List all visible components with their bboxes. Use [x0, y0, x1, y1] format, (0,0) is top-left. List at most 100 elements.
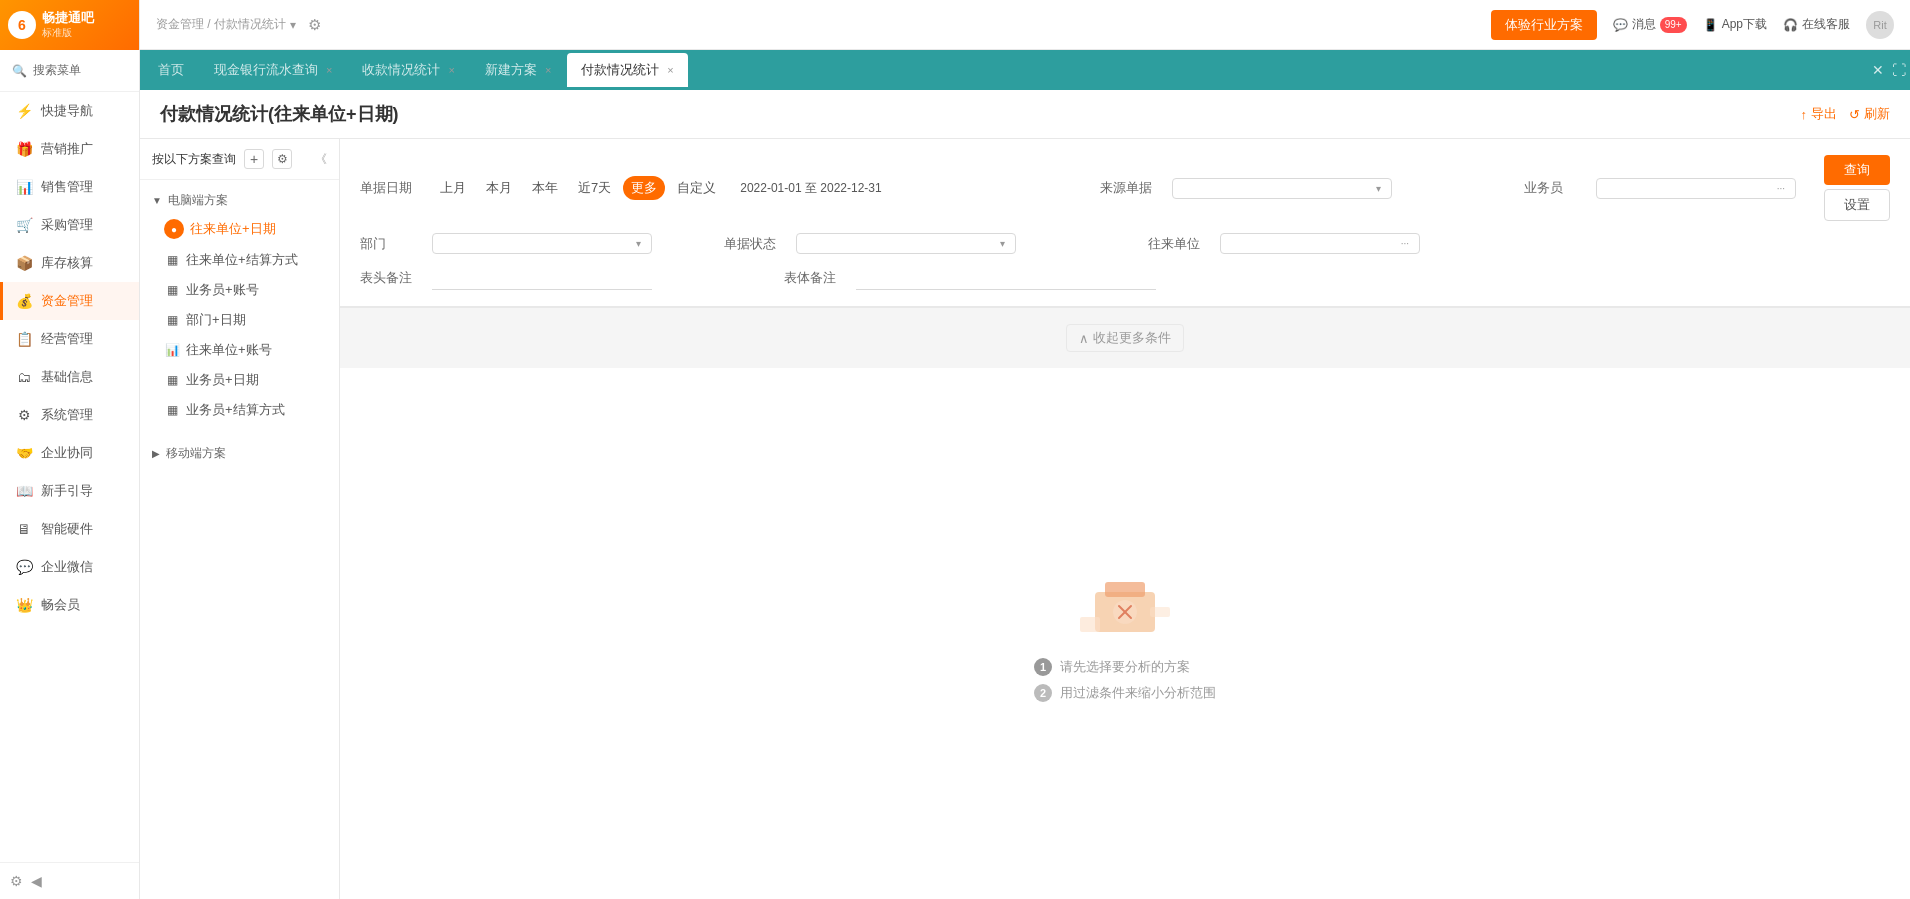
- unit-select[interactable]: ···: [1220, 233, 1420, 254]
- scheme-item-unit-account[interactable]: 📊 往来单位+账号: [140, 335, 339, 365]
- sidebar-item-label: 畅会员: [41, 596, 80, 614]
- sidebar-item-guide[interactable]: 📖 新手引导: [0, 472, 139, 510]
- sidebar-item-operation[interactable]: 📋 经营管理: [0, 320, 139, 358]
- scheme-item-label: 往来单位+日期: [190, 220, 276, 238]
- refresh-label: 刷新: [1864, 105, 1890, 123]
- scheme-group-desktop-title[interactable]: ▼ 电脑端方案: [140, 188, 339, 213]
- refresh-button[interactable]: ↺ 刷新: [1849, 105, 1890, 123]
- tab-payment-stats-close[interactable]: ×: [667, 64, 673, 76]
- tab-payment-stats-label: 付款情况统计: [581, 61, 659, 79]
- empty-svg: [1075, 562, 1175, 642]
- voucher-date-label: 单据日期: [360, 179, 416, 197]
- tab-payment-stats[interactable]: 付款情况统计 ×: [567, 53, 687, 87]
- sidebar-item-marketing[interactable]: 🎁 营销推广: [0, 130, 139, 168]
- unit-label: 往来单位: [1148, 235, 1204, 253]
- date-btn-this-month[interactable]: 本月: [478, 176, 520, 200]
- tab-bar: 首页 现金银行流水查询 × 收款情况统计 × 新建方案 × 付款情况统计 × ✕…: [140, 50, 1910, 90]
- sidebar-item-hardware[interactable]: 🖥 智能硬件: [0, 510, 139, 548]
- sidebar-search-area[interactable]: 🔍 搜索菜单: [0, 50, 139, 92]
- date-btn-last-month[interactable]: 上月: [432, 176, 474, 200]
- tab-cash-flow[interactable]: 现金银行流水查询 ×: [200, 53, 346, 87]
- empty-step-1: 1 请先选择要分析的方案: [1034, 654, 1216, 680]
- breadcrumb-chevron[interactable]: ▾: [290, 18, 296, 32]
- sidebar-item-capital[interactable]: 💰 资金管理: [0, 282, 139, 320]
- scheme-item-dept-date[interactable]: ▦ 部门+日期: [140, 305, 339, 335]
- scheme-panel-header: 按以下方案查询 + ⚙ 《: [140, 139, 339, 180]
- date-btn-this-year[interactable]: 本年: [524, 176, 566, 200]
- tab-close-all-button[interactable]: ✕: [1872, 62, 1884, 78]
- sidebar-item-basic[interactable]: 🗂 基础信息: [0, 358, 139, 396]
- scheme-item-unit-settle[interactable]: ▦ 往来单位+结算方式: [140, 245, 339, 275]
- sidebar-item-purchase[interactable]: 🛒 采购管理: [0, 206, 139, 244]
- empty-steps: 1 请先选择要分析的方案 2 用过滤条件来缩小分析范围: [1034, 654, 1216, 706]
- body-note-input[interactable]: [856, 266, 1156, 290]
- empty-illustration: [1075, 562, 1175, 642]
- enterprise-icon: 🤝: [15, 444, 33, 462]
- service-button[interactable]: 🎧 在线客服: [1783, 16, 1850, 33]
- sidebar-item-label: 资金管理: [41, 292, 93, 310]
- topbar-gear-icon[interactable]: ⚙: [308, 16, 321, 34]
- sidebar-item-member[interactable]: 👑 畅会员: [0, 586, 139, 624]
- scheme-item-staff-settle[interactable]: ▦ 业务员+结算方式: [140, 395, 339, 425]
- export-button[interactable]: ↑ 导出: [1801, 105, 1838, 123]
- filter-area: 单据日期 上月 本月 本年 近7天 更多 自定义 2022-01-01 至 20…: [340, 139, 1910, 307]
- header-note-input[interactable]: [432, 266, 652, 290]
- collapse-label: 收起更多条件: [1093, 329, 1171, 347]
- scheme-header-label: 按以下方案查询: [152, 151, 236, 168]
- sidebar-item-label: 采购管理: [41, 216, 93, 234]
- query-button[interactable]: 查询: [1824, 155, 1890, 185]
- scheme-item-staff-account[interactable]: ▦ 业务员+账号: [140, 275, 339, 305]
- tab-new-scheme-close[interactable]: ×: [545, 64, 551, 76]
- app-download-button[interactable]: 📱 App下载: [1703, 16, 1767, 33]
- scheme-item-unit-date[interactable]: ● 往来单位+日期: [140, 213, 339, 245]
- dept-select[interactable]: ▾: [432, 233, 652, 254]
- scheme-add-button[interactable]: +: [244, 149, 264, 169]
- scheme-item-staff-date[interactable]: ▦ 业务员+日期: [140, 365, 339, 395]
- trial-button[interactable]: 体验行业方案: [1491, 10, 1597, 40]
- sidebar: 6 畅捷通吧 标准版 🔍 搜索菜单 ⚡ 快捷导航 🎁 营销推广 📊 销售管理 🛒…: [0, 0, 140, 899]
- tab-maximize-button[interactable]: ⛶: [1892, 62, 1906, 78]
- tab-receipt-stats-close[interactable]: ×: [448, 64, 454, 76]
- service-icon: 🎧: [1783, 18, 1798, 32]
- sidebar-collapse-button[interactable]: ◀: [31, 873, 42, 889]
- status-select[interactable]: ▾: [796, 233, 1016, 254]
- set-button[interactable]: 设置: [1824, 189, 1890, 221]
- message-button[interactable]: 💬 消息 99+: [1613, 16, 1687, 33]
- empty-state: 1 请先选择要分析的方案 2 用过滤条件来缩小分析范围: [1034, 562, 1216, 706]
- search-menu-button[interactable]: 🔍 搜索菜单: [8, 58, 131, 83]
- sidebar-item-label: 库存核算: [41, 254, 93, 272]
- body-note-label: 表体备注: [784, 269, 840, 287]
- sidebar-item-quick-nav[interactable]: ⚡ 快捷导航: [0, 92, 139, 130]
- app-label: App下载: [1722, 16, 1767, 33]
- user-avatar[interactable]: Rit: [1866, 11, 1894, 39]
- scheme-group-mobile-title[interactable]: ▶ 移动端方案: [140, 441, 339, 466]
- sidebar-item-inventory[interactable]: 📦 库存核算: [0, 244, 139, 282]
- tab-cash-flow-close[interactable]: ×: [326, 64, 332, 76]
- staff-ellipsis-icon: ···: [1777, 183, 1785, 194]
- sidebar-settings-button[interactable]: ⚙: [10, 873, 23, 889]
- source-select[interactable]: ▾: [1172, 178, 1392, 199]
- sidebar-item-system[interactable]: ⚙ 系统管理: [0, 396, 139, 434]
- page-title: 付款情况统计(往来单位+日期): [160, 102, 1801, 126]
- staff-select[interactable]: ···: [1596, 178, 1796, 199]
- scheme-collapse-button[interactable]: 《: [315, 151, 327, 168]
- tab-home[interactable]: 首页: [144, 53, 198, 87]
- tab-new-scheme[interactable]: 新建方案 ×: [471, 53, 565, 87]
- sidebar-item-wechat[interactable]: 💬 企业微信: [0, 548, 139, 586]
- filter-panel: 单据日期 上月 本月 本年 近7天 更多 自定义 2022-01-01 至 20…: [340, 139, 1910, 899]
- tab-receipt-stats[interactable]: 收款情况统计 ×: [348, 53, 468, 87]
- collapse-more-button[interactable]: ∧ 收起更多条件: [1066, 324, 1184, 352]
- operation-icon: 📋: [15, 330, 33, 348]
- chart-icon: 📊: [164, 342, 180, 358]
- sidebar-item-label: 企业协同: [41, 444, 93, 462]
- header-note-label: 表头备注: [360, 269, 416, 287]
- sidebar-item-enterprise[interactable]: 🤝 企业协同: [0, 434, 139, 472]
- date-btn-custom[interactable]: 自定义: [669, 176, 724, 200]
- wechat-icon: 💬: [15, 558, 33, 576]
- date-btn-7days[interactable]: 近7天: [570, 176, 619, 200]
- basic-icon: 🗂: [15, 368, 33, 386]
- sidebar-item-sales[interactable]: 📊 销售管理: [0, 168, 139, 206]
- scheme-item-label: 往来单位+结算方式: [186, 251, 298, 269]
- date-btn-more[interactable]: 更多: [623, 176, 665, 200]
- scheme-setting-button[interactable]: ⚙: [272, 149, 292, 169]
